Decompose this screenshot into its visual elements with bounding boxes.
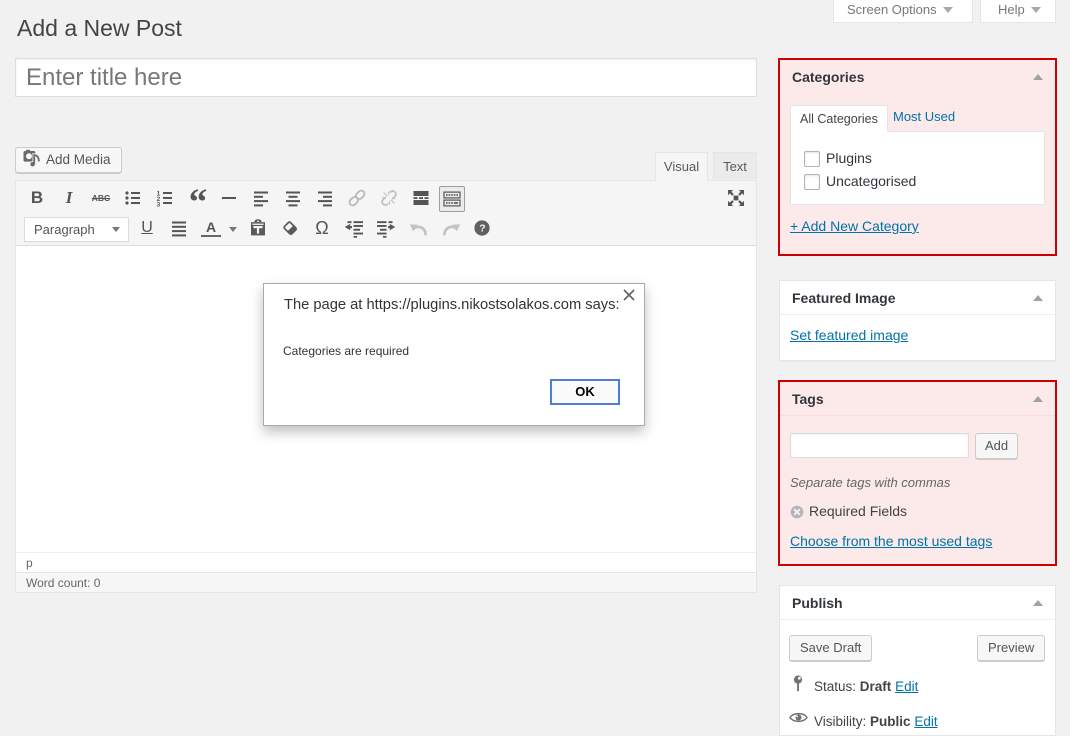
- svg-text:3: 3: [157, 201, 161, 208]
- svg-text:?: ?: [479, 223, 485, 235]
